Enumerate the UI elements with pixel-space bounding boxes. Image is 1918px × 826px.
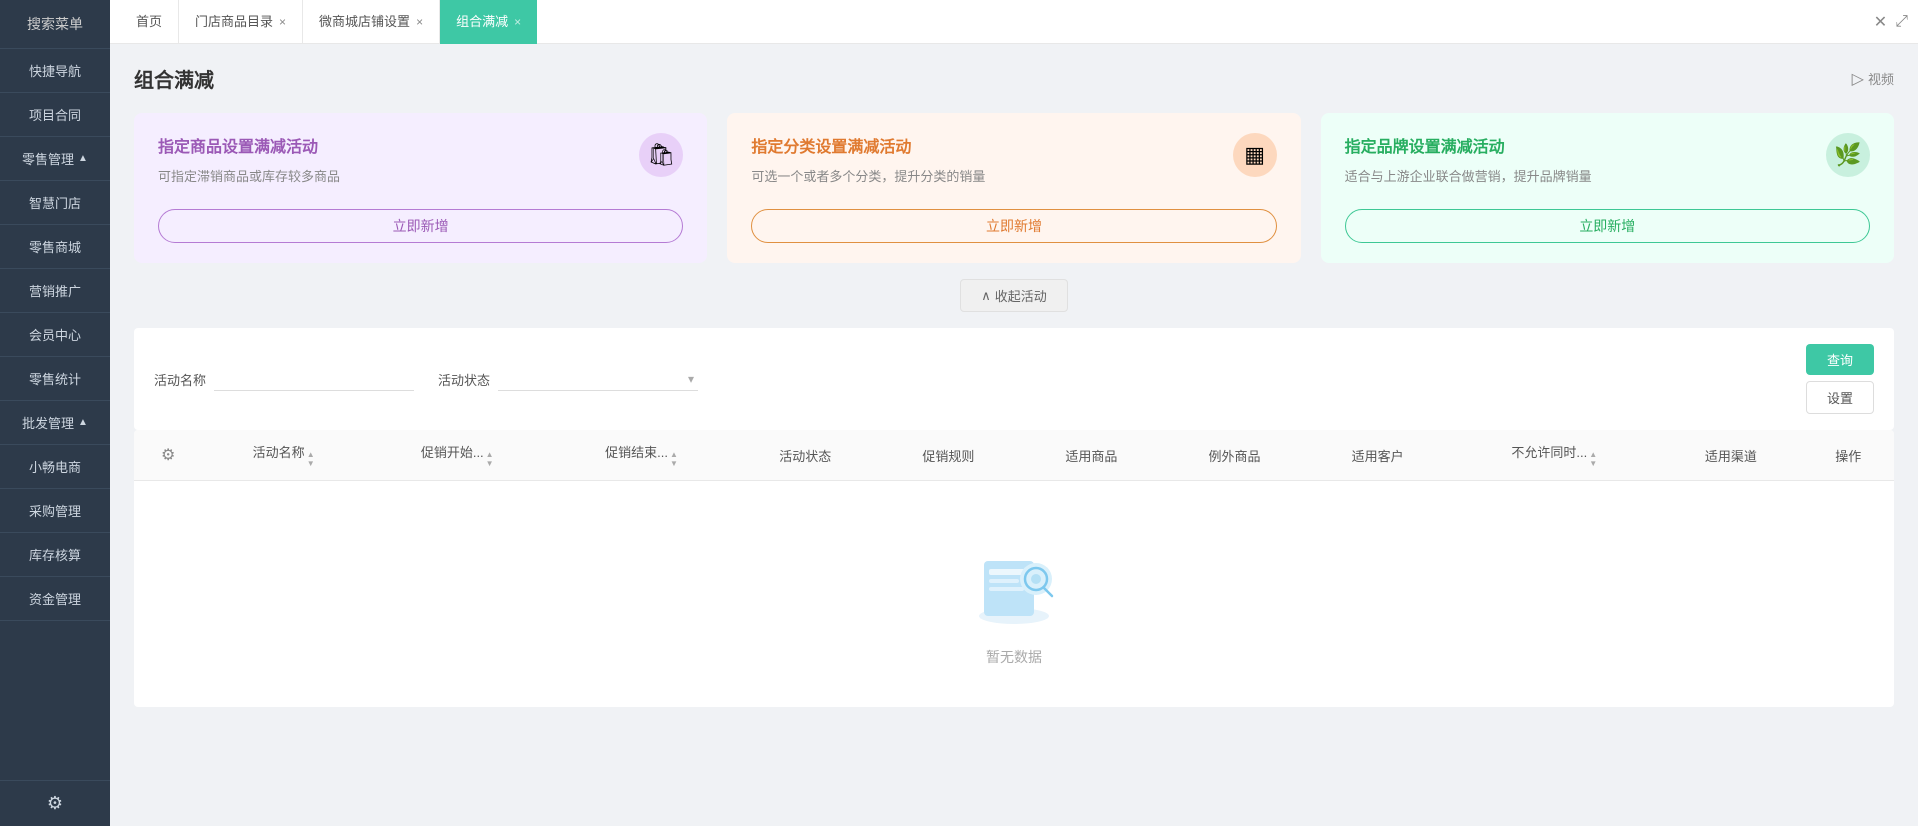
- filter-status-select-wrap: ▾: [498, 367, 698, 391]
- filter-name-input[interactable]: [214, 367, 414, 391]
- card-add-btn[interactable]: 立即新增: [1345, 209, 1870, 243]
- sort-arrows: ▲▼: [1589, 450, 1597, 468]
- col-promo_start[interactable]: 促销开始...▲▼: [365, 430, 549, 481]
- card-icon: ▦: [1233, 133, 1277, 177]
- filter-row: 活动名称 活动状态 ▾ 查询 设置: [134, 328, 1894, 430]
- setting-button[interactable]: 设置: [1806, 381, 1874, 414]
- page-content: 组合满减 ▷ 视频 指定商品设置满减活动 🛍 可指定滞销商品或库存较多商品 立即…: [110, 44, 1918, 826]
- sort-arrows: ▲▼: [670, 450, 678, 468]
- promo-card-category-card: 指定分类设置满减活动 ▦ 可选一个或者多个分类，提升分类的销量 立即新增: [727, 113, 1300, 263]
- col-applicable_customer: 适用客户: [1306, 430, 1449, 481]
- sidebar-search[interactable]: 搜索菜单: [0, 0, 110, 49]
- sidebar-item-project-contract[interactable]: 项目合同: [0, 93, 110, 137]
- card-desc: 可选一个或者多个分类，提升分类的销量: [751, 167, 1276, 193]
- sidebar-item-inventory-calc[interactable]: 库存核算: [0, 533, 110, 577]
- collapse-button[interactable]: ∧ 收起活动: [960, 279, 1068, 312]
- video-label: 视频: [1868, 69, 1894, 88]
- col-name[interactable]: 活动名称▲▼: [202, 430, 365, 481]
- expand-window-icon[interactable]: ⤢: [1895, 13, 1908, 31]
- tabbar: 首页门店商品目录×微商城店铺设置×组合满减× ✕ ⤢: [110, 0, 1918, 44]
- sidebar-item-capital-mgmt[interactable]: 资金管理: [0, 577, 110, 621]
- close-window-icon[interactable]: ✕: [1874, 12, 1887, 32]
- sidebar-item-wholesale-mgmt[interactable]: 批发管理▲: [0, 401, 110, 445]
- tab-wechat-store-settings[interactable]: 微商城店铺设置×: [303, 0, 440, 44]
- sidebar-item-xiaochangec[interactable]: 小畅电商: [0, 445, 110, 489]
- sidebar-item-member-center[interactable]: 会员中心: [0, 313, 110, 357]
- sidebar-item-quick-nav[interactable]: 快捷导航: [0, 49, 110, 93]
- card-add-btn[interactable]: 立即新增: [751, 209, 1276, 243]
- tab-label: 微商城店铺设置: [319, 0, 410, 44]
- empty-text: 暂无数据: [986, 647, 1042, 667]
- chevron-down-icon: ▲: [78, 417, 88, 428]
- collapse-label: 收起活动: [995, 286, 1047, 305]
- filter-status: 活动状态 ▾: [438, 367, 698, 391]
- empty-illustration: [964, 541, 1064, 631]
- data-table-wrap: ⚙ 活动名称▲▼促销开始...▲▼促销结束...▲▼活动状态促销规则适用商品例外商…: [134, 430, 1894, 707]
- sidebar: 搜索菜单 快捷导航项目合同零售管理▲智慧门店零售商城营销推广会员中心零售统计批发…: [0, 0, 110, 826]
- sidebar-bottom: ⚙: [0, 780, 110, 826]
- data-table: ⚙ 活动名称▲▼促销开始...▲▼促销结束...▲▼活动状态促销规则适用商品例外商…: [134, 430, 1894, 481]
- filter-buttons: 查询 设置: [1806, 344, 1874, 414]
- card-title: 指定商品设置满减活动: [158, 133, 683, 157]
- video-icon: ▷: [1852, 69, 1864, 89]
- sidebar-item-marketing[interactable]: 营销推广: [0, 269, 110, 313]
- filter-name: 活动名称: [154, 367, 414, 391]
- col-exception_goods: 例外商品: [1163, 430, 1306, 481]
- tab-home[interactable]: 首页: [120, 0, 179, 44]
- settings-icon[interactable]: ⚙: [12, 793, 98, 814]
- card-title: 指定分类设置满减活动: [751, 133, 1276, 157]
- filter-status-select[interactable]: [498, 367, 698, 391]
- collapse-bar: ∧ 收起活动: [134, 279, 1894, 312]
- sidebar-item-smart-store[interactable]: 智慧门店: [0, 181, 110, 225]
- col-operations: 操作: [1802, 430, 1894, 481]
- card-title: 指定品牌设置满减活动: [1345, 133, 1870, 157]
- filter-name-label: 活动名称: [154, 370, 206, 389]
- tabbar-right: ✕ ⤢: [1874, 12, 1908, 32]
- query-button[interactable]: 查询: [1806, 344, 1874, 375]
- tab-label: 组合满减: [456, 0, 508, 44]
- sort-arrows: ▲▼: [486, 450, 494, 468]
- sort-arrows: ▲▼: [307, 450, 315, 468]
- table-settings-icon[interactable]: ⚙: [161, 447, 175, 464]
- card-desc: 适合与上游企业联合做营销，提升品牌销量: [1345, 167, 1870, 193]
- tab-close-icon[interactable]: ×: [416, 0, 423, 44]
- promo-cards-row: 指定商品设置满减活动 🛍 可指定滞销商品或库存较多商品 立即新增 指定分类设置满…: [134, 113, 1894, 263]
- tab-combo-discount[interactable]: 组合满减×: [440, 0, 537, 44]
- promo-card-brand-card: 指定品牌设置满减活动 🌿 适合与上游企业联合做营销，提升品牌销量 立即新增: [1321, 113, 1894, 263]
- sidebar-item-purchase-mgmt[interactable]: 采购管理: [0, 489, 110, 533]
- col-promo_rule: 促销规则: [877, 430, 1020, 481]
- col-settings: ⚙: [134, 430, 202, 481]
- sidebar-item-retail-mall[interactable]: 零售商城: [0, 225, 110, 269]
- main-area: 首页门店商品目录×微商城店铺设置×组合满减× ✕ ⤢ 组合满减 ▷ 视频 指定商…: [110, 0, 1918, 826]
- tab-label: 首页: [136, 0, 162, 44]
- col-applicable_channel: 适用渠道: [1659, 430, 1802, 481]
- card-icon: 🛍: [639, 133, 683, 177]
- card-icon: 🌿: [1826, 133, 1870, 177]
- sidebar-item-retail-stats[interactable]: 零售统计: [0, 357, 110, 401]
- tab-store-catalog[interactable]: 门店商品目录×: [179, 0, 303, 44]
- col-status: 活动状态: [734, 430, 877, 481]
- col-not_allow_concurrent[interactable]: 不允许同时...▲▼: [1449, 430, 1659, 481]
- col-promo_end[interactable]: 促销结束...▲▼: [549, 430, 733, 481]
- card-add-btn[interactable]: 立即新增: [158, 209, 683, 243]
- tab-label: 门店商品目录: [195, 0, 273, 44]
- tab-close-icon[interactable]: ×: [514, 0, 521, 44]
- page-title: 组合满减: [134, 64, 214, 93]
- sidebar-item-retail-mgmt[interactable]: 零售管理▲: [0, 137, 110, 181]
- filter-status-label: 活动状态: [438, 370, 490, 389]
- empty-state: 暂无数据: [134, 481, 1894, 707]
- tab-close-icon[interactable]: ×: [279, 0, 286, 44]
- col-applicable_goods: 适用商品: [1020, 430, 1163, 481]
- promo-card-goods-card: 指定商品设置满减活动 🛍 可指定滞销商品或库存较多商品 立即新增: [134, 113, 707, 263]
- card-desc: 可指定滞销商品或库存较多商品: [158, 167, 683, 193]
- chevron-up-icon: ∧: [981, 288, 991, 304]
- video-link[interactable]: ▷ 视频: [1852, 69, 1894, 89]
- page-header: 组合满减 ▷ 视频: [134, 64, 1894, 93]
- chevron-down-icon: ▲: [78, 153, 88, 164]
